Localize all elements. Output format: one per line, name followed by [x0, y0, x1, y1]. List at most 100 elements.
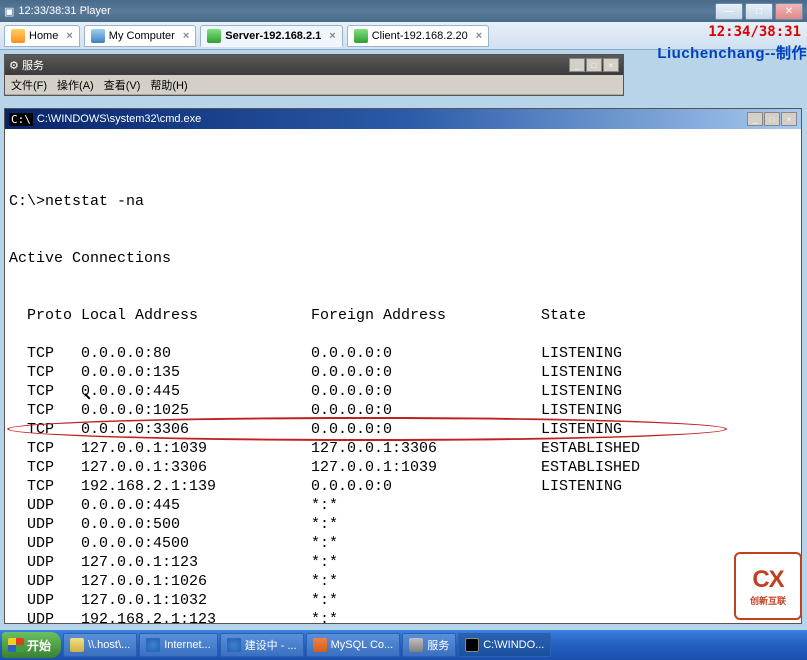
foreign-address-cell: 0.0.0.0:0	[311, 382, 541, 401]
foreign-address-cell: *:*	[311, 610, 541, 623]
tab-label: Client-192.168.2.20	[372, 30, 468, 42]
proto-cell: UDP	[9, 591, 81, 610]
services-menubar: 文件(F) 操作(A) 查看(V) 帮助(H)	[5, 75, 623, 95]
close-button[interactable]: ✕	[775, 3, 803, 20]
proto-cell: TCP	[9, 382, 81, 401]
tab-server-192-168-2-1[interactable]: Server-192.168.2.1×	[200, 25, 342, 47]
tab-close-icon[interactable]: ×	[329, 30, 335, 42]
state-cell: LISTENING	[541, 401, 797, 420]
cmd-prompt-line: C:\>netstat -na	[9, 193, 144, 210]
cmd-maximize[interactable]: □	[764, 112, 780, 126]
local-address-cell: 192.168.2.1:139	[81, 477, 311, 496]
foreign-address-cell: 0.0.0.0:0	[311, 401, 541, 420]
proto-cell: TCP	[9, 439, 81, 458]
state-cell	[541, 515, 797, 534]
local-address-cell: 127.0.0.1:123	[81, 553, 311, 572]
connection-row: UDP127.0.0.1:123*:*	[9, 553, 797, 572]
foreign-address-cell: *:*	[311, 591, 541, 610]
connection-row: UDP0.0.0.0:445*:*	[9, 496, 797, 515]
player-title: 12:33/38:31 Player	[18, 5, 110, 17]
local-address-cell: 127.0.0.1:1039	[81, 439, 311, 458]
ie-icon	[146, 638, 160, 652]
state-cell: LISTENING	[541, 382, 797, 401]
cmd-title: C:\WINDOWS\system32\cmd.exe	[37, 113, 201, 125]
watermark-logo: CX 创新互联	[734, 552, 802, 620]
minimize-button[interactable]: —	[715, 3, 743, 20]
local-address-cell: 127.0.0.1:1026	[81, 572, 311, 591]
proto-cell: TCP	[9, 344, 81, 363]
local-address-cell: 0.0.0.0:3306	[81, 420, 311, 439]
proto-cell: UDP	[9, 553, 81, 572]
start-label: 开始	[27, 637, 51, 654]
services-window: ⚙ 服务 _ □ × 文件(F)操作(A)查看(V)帮助(H)	[4, 54, 624, 96]
cmd-close[interactable]: ×	[781, 112, 797, 126]
taskbar-item[interactable]: C:\WINDO...	[458, 633, 551, 657]
cmdtask-icon	[465, 638, 479, 652]
taskbar-item-label: C:\WINDO...	[483, 639, 544, 651]
local-address-cell: 127.0.0.1:1032	[81, 591, 311, 610]
menu-item[interactable]: 操作(A)	[57, 77, 94, 93]
menu-item[interactable]: 文件(F)	[11, 77, 47, 93]
connection-row: UDP0.0.0.0:4500*:*	[9, 534, 797, 553]
tab-close-icon[interactable]: ×	[183, 30, 189, 42]
connection-row: TCP0.0.0.0:10250.0.0.0:0LISTENING	[9, 401, 797, 420]
foreign-address-cell: *:*	[311, 496, 541, 515]
cmd-icon: C:\	[9, 113, 33, 126]
proto-cell: TCP	[9, 420, 81, 439]
local-address-cell: 0.0.0.0:500	[81, 515, 311, 534]
state-cell	[541, 534, 797, 553]
tabs-bar: Home×My Computer×Server-192.168.2.1×Clie…	[0, 22, 807, 50]
cmd-body[interactable]: C:\>netstat -na Active Connections Proto…	[5, 129, 801, 623]
tab-label: Home	[29, 30, 58, 42]
connection-row: UDP127.0.0.1:1026*:*	[9, 572, 797, 591]
tab-my-computer[interactable]: My Computer ×	[84, 25, 196, 47]
tab-client-192-168-2-20[interactable]: Client-192.168.2.20 ×	[347, 25, 489, 47]
connection-row: UDP0.0.0.0:500*:*	[9, 515, 797, 534]
state-cell: LISTENING	[541, 420, 797, 439]
client-icon	[354, 29, 368, 43]
proto-cell: TCP	[9, 363, 81, 382]
local-address-cell: 192.168.2.1:123	[81, 610, 311, 623]
state-cell: ESTABLISHED	[541, 439, 797, 458]
local-address-cell: 0.0.0.0:135	[81, 363, 311, 382]
state-cell: LISTENING	[541, 477, 797, 496]
foreign-address-cell: 0.0.0.0:0	[311, 477, 541, 496]
tab-close-icon[interactable]: ×	[476, 30, 482, 42]
connection-row: UDP127.0.0.1:1032*:*	[9, 591, 797, 610]
start-button[interactable]: 开始	[2, 632, 61, 658]
local-address-cell: 0.0.0.0:445	[81, 382, 311, 401]
proto-cell: TCP	[9, 401, 81, 420]
local-address-cell: 0.0.0.0:445	[81, 496, 311, 515]
proto-cell: TCP	[9, 458, 81, 477]
tab-close-icon[interactable]: ×	[66, 30, 72, 42]
services-minimize[interactable]: _	[569, 58, 585, 72]
state-cell: LISTENING	[541, 363, 797, 382]
local-address-cell: 0.0.0.0:80	[81, 344, 311, 363]
menu-item[interactable]: 帮助(H)	[150, 77, 187, 93]
proto-cell: UDP	[9, 515, 81, 534]
foreign-address-cell: *:*	[311, 553, 541, 572]
connection-row: TCP127.0.0.1:3306127.0.0.1:1039ESTABLISH…	[9, 458, 797, 477]
cmd-minimize[interactable]: _	[747, 112, 763, 126]
connection-row: TCP0.0.0.0:33060.0.0.0:0LISTENING	[9, 420, 797, 439]
maximize-button[interactable]: □	[745, 3, 773, 20]
services-close[interactable]: ×	[603, 58, 619, 72]
clock-overlay: 12:34/38:31	[708, 24, 801, 40]
tab-label: My Computer	[109, 30, 175, 42]
ie-icon	[227, 638, 241, 652]
cmd-titlebar: C:\ C:\WINDOWS\system32\cmd.exe _ □ ×	[5, 109, 801, 129]
taskbar-item[interactable]: 建设中 - ...	[220, 633, 304, 657]
connection-row: TCP0.0.0.0:1350.0.0.0:0LISTENING	[9, 363, 797, 382]
taskbar-item[interactable]: \\.host\...	[63, 633, 137, 657]
services-maximize[interactable]: □	[586, 58, 602, 72]
folder-icon	[70, 638, 84, 652]
foreign-address-cell: 0.0.0.0:0	[311, 420, 541, 439]
state-cell: LISTENING	[541, 344, 797, 363]
taskbar-item-label: \\.host\...	[88, 639, 130, 651]
taskbar-item[interactable]: 服务	[402, 633, 456, 657]
menu-item[interactable]: 查看(V)	[104, 77, 141, 93]
taskbar-item[interactable]: MySQL Co...	[306, 633, 401, 657]
taskbar-item[interactable]: Internet...	[139, 633, 217, 657]
tab-home[interactable]: Home ×	[4, 25, 80, 47]
foreign-address-cell: 0.0.0.0:0	[311, 344, 541, 363]
